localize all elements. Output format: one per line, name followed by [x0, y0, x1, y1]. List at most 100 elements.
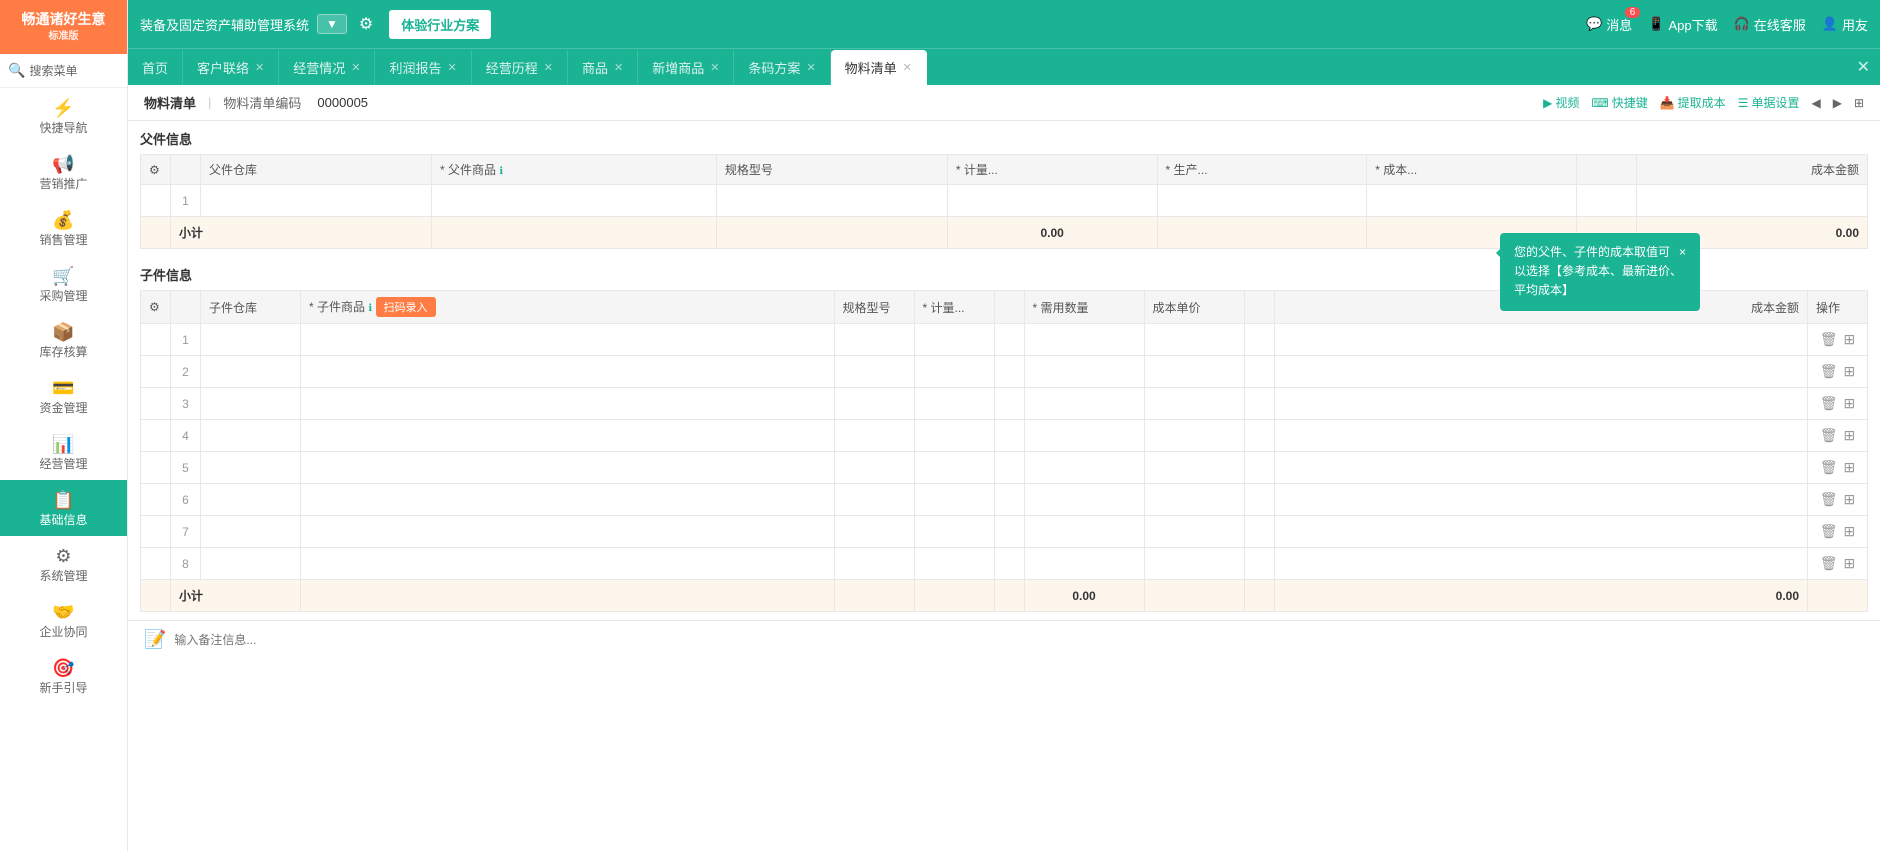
sidebar-item-finance[interactable]: 💳 资金管理	[0, 368, 127, 424]
video-icon: ▶	[1543, 96, 1552, 110]
sidebar-item-marketing[interactable]: 📢 营销推广	[0, 144, 127, 200]
child-row1-unit[interactable]	[914, 324, 994, 356]
sidebar-item-basic[interactable]: 📋 基础信息	[0, 480, 127, 536]
child-col-gear[interactable]: ⚙	[141, 291, 171, 324]
tab-home[interactable]: 首页	[128, 50, 183, 85]
tab-customer[interactable]: 客户联络 ✕	[183, 50, 279, 85]
copy7[interactable]: ⊞	[1844, 523, 1856, 540]
shortcut-icon: ⌨	[1591, 96, 1608, 110]
guide-icon: 🎯	[52, 658, 74, 679]
tab-barcode[interactable]: 条码方案 ✕	[734, 50, 830, 85]
tab-product[interactable]: 商品 ✕	[568, 50, 638, 85]
copy8[interactable]: ⊞	[1844, 555, 1856, 572]
extract-cost-btn[interactable]: 📥 提取成本	[1660, 94, 1726, 111]
tab-barcode-close[interactable]: ✕	[806, 61, 815, 74]
message-btn[interactable]: 💬 消息 6	[1586, 15, 1632, 34]
sidebar-item-quicknav[interactable]: ⚡ 快捷导航	[0, 88, 127, 144]
parent-row1-cost[interactable]	[1367, 185, 1577, 217]
child-row8-num: 8	[171, 548, 201, 580]
sidebar-item-sales[interactable]: 💰 销售管理	[0, 200, 127, 256]
parent-row1-unit[interactable]	[947, 185, 1157, 217]
user-btn[interactable]: 👤 用友	[1822, 15, 1868, 34]
topbar: 装备及固定资产辅助管理系统 ▼ ⚙ 体验行业方案 💬 消息 6 📱 App下载 …	[128, 0, 1880, 48]
video-btn[interactable]: ▶ 视频	[1543, 94, 1579, 111]
del2[interactable]: 🗑	[1820, 363, 1838, 380]
sidebar-item-operation[interactable]: 📊 经营管理	[0, 424, 127, 480]
app-download-label: App下载	[1668, 15, 1717, 34]
del8[interactable]: 🗑	[1820, 555, 1838, 572]
message-icon: 💬	[1586, 16, 1602, 32]
child-row1-amount	[1274, 324, 1808, 356]
scan-input-btn[interactable]: 扫码录入	[376, 297, 436, 317]
sidebar-item-system[interactable]: ⚙ 系统管理	[0, 536, 127, 592]
parent-row-1: 1	[141, 185, 1868, 217]
system-select-dropdown[interactable]: ▼	[317, 14, 347, 34]
parent-row1-produce[interactable]	[1157, 185, 1367, 217]
copy5[interactable]: ⊞	[1844, 459, 1856, 476]
del5[interactable]: 🗑	[1820, 459, 1838, 476]
sidebar-item-inventory[interactable]: 📦 库存核算	[0, 312, 127, 368]
video-label: 视频	[1555, 94, 1579, 111]
message-badge: 6	[1625, 7, 1641, 18]
copy3[interactable]: ⊞	[1844, 395, 1856, 412]
phone-icon: 📱	[1648, 16, 1664, 32]
sidebar-item-collab[interactable]: 🤝 企业协同	[0, 592, 127, 648]
online-service-btn[interactable]: 🎧 在线客服	[1734, 15, 1806, 34]
child-row-1: 1 🗑 ⊞	[141, 324, 1868, 356]
tab-op-status-close[interactable]: ✕	[351, 61, 360, 74]
sidebar-item-search[interactable]: 🔍 搜索菜单	[0, 54, 127, 88]
nav-prev-btn[interactable]: ◀	[1811, 96, 1820, 110]
copy4[interactable]: ⊞	[1844, 427, 1856, 444]
tab-new-product-close[interactable]: ✕	[710, 61, 719, 74]
app-name: 畅通诸好生意	[22, 10, 106, 30]
child-col-action: 操作	[1808, 291, 1868, 324]
child-row1-copy-icon[interactable]: ⊞	[1844, 331, 1856, 348]
tooltip-close-btn[interactable]: ×	[1679, 243, 1686, 262]
child-row1-qty[interactable]	[1024, 324, 1144, 356]
close-all-tabs[interactable]: ✕	[1847, 49, 1880, 85]
tab-history[interactable]: 经营历程 ✕	[472, 50, 568, 85]
gear-icon[interactable]: ⚙	[355, 10, 377, 38]
del7[interactable]: 🗑	[1820, 523, 1838, 540]
note-input[interactable]	[174, 633, 1864, 647]
tab-bom-close[interactable]: ✕	[903, 61, 912, 74]
tab-profit-close[interactable]: ✕	[448, 61, 457, 74]
nav-next-btn[interactable]: ▶	[1833, 96, 1842, 110]
del6[interactable]: 🗑	[1820, 491, 1838, 508]
parent-row1-warehouse[interactable]	[201, 185, 432, 217]
app-download-btn[interactable]: 📱 App下载	[1648, 15, 1717, 34]
child-row1-product[interactable]	[301, 324, 835, 356]
tab-product-close[interactable]: ✕	[614, 61, 623, 74]
parent-col-gear[interactable]: ⚙	[141, 155, 171, 185]
del3[interactable]: 🗑	[1820, 395, 1838, 412]
single-setting-btn[interactable]: ☰ 单据设置	[1738, 94, 1800, 111]
sidebar-item-guide[interactable]: 🎯 新手引导	[0, 648, 127, 704]
tab-customer-close[interactable]: ✕	[255, 61, 264, 74]
breadcrumb-bom[interactable]: 物料清单	[144, 93, 196, 112]
parent-row1-product[interactable]	[432, 185, 717, 217]
child-subtotal-qty: 0.00	[1024, 580, 1144, 612]
tab-bom[interactable]: 物料清单 ✕	[831, 50, 927, 85]
child-row1-unit-cost[interactable]	[1144, 324, 1244, 356]
tab-operation-status[interactable]: 经营情况 ✕	[279, 50, 375, 85]
trial-button[interactable]: 体验行业方案	[389, 10, 491, 39]
shortcut-btn[interactable]: ⌨ 快捷键	[1591, 94, 1647, 111]
child-table: ⚙ 子件仓库 * 子件商品 ℹ 扫码录入 规格型号 * 计量... * 需用数量…	[140, 290, 1868, 612]
child-row1-warehouse[interactable]	[201, 324, 301, 356]
tab-new-product[interactable]: 新增商品 ✕	[638, 50, 734, 85]
copy6[interactable]: ⊞	[1844, 491, 1856, 508]
child-row1-delete-icon[interactable]: 🗑	[1820, 331, 1838, 348]
child-row1-spec[interactable]	[834, 324, 914, 356]
del4[interactable]: 🗑	[1820, 427, 1838, 444]
sidebar: 畅通诸好生意 标准版 🔍 搜索菜单 ⚡ 快捷导航 📢 营销推广 💰 销售管理 🛒…	[0, 0, 128, 851]
operation-icon: 📊	[52, 434, 74, 455]
tab-history-close[interactable]: ✕	[544, 61, 553, 74]
copy2[interactable]: ⊞	[1844, 363, 1856, 380]
grid-view-btn[interactable]: ⊞	[1854, 96, 1864, 110]
sidebar-item-purchase[interactable]: 🛒 采购管理	[0, 256, 127, 312]
tab-profit[interactable]: 利润报告 ✕	[375, 50, 471, 85]
inventory-label: 库存核算	[39, 343, 87, 360]
setting-label: 单据设置	[1751, 94, 1799, 111]
parent-row1-spec[interactable]	[716, 185, 947, 217]
tooltip-popup: × 您的父件、子件的成本取值可以选择【参考成本、最新进价、平均成本】	[1500, 233, 1700, 311]
